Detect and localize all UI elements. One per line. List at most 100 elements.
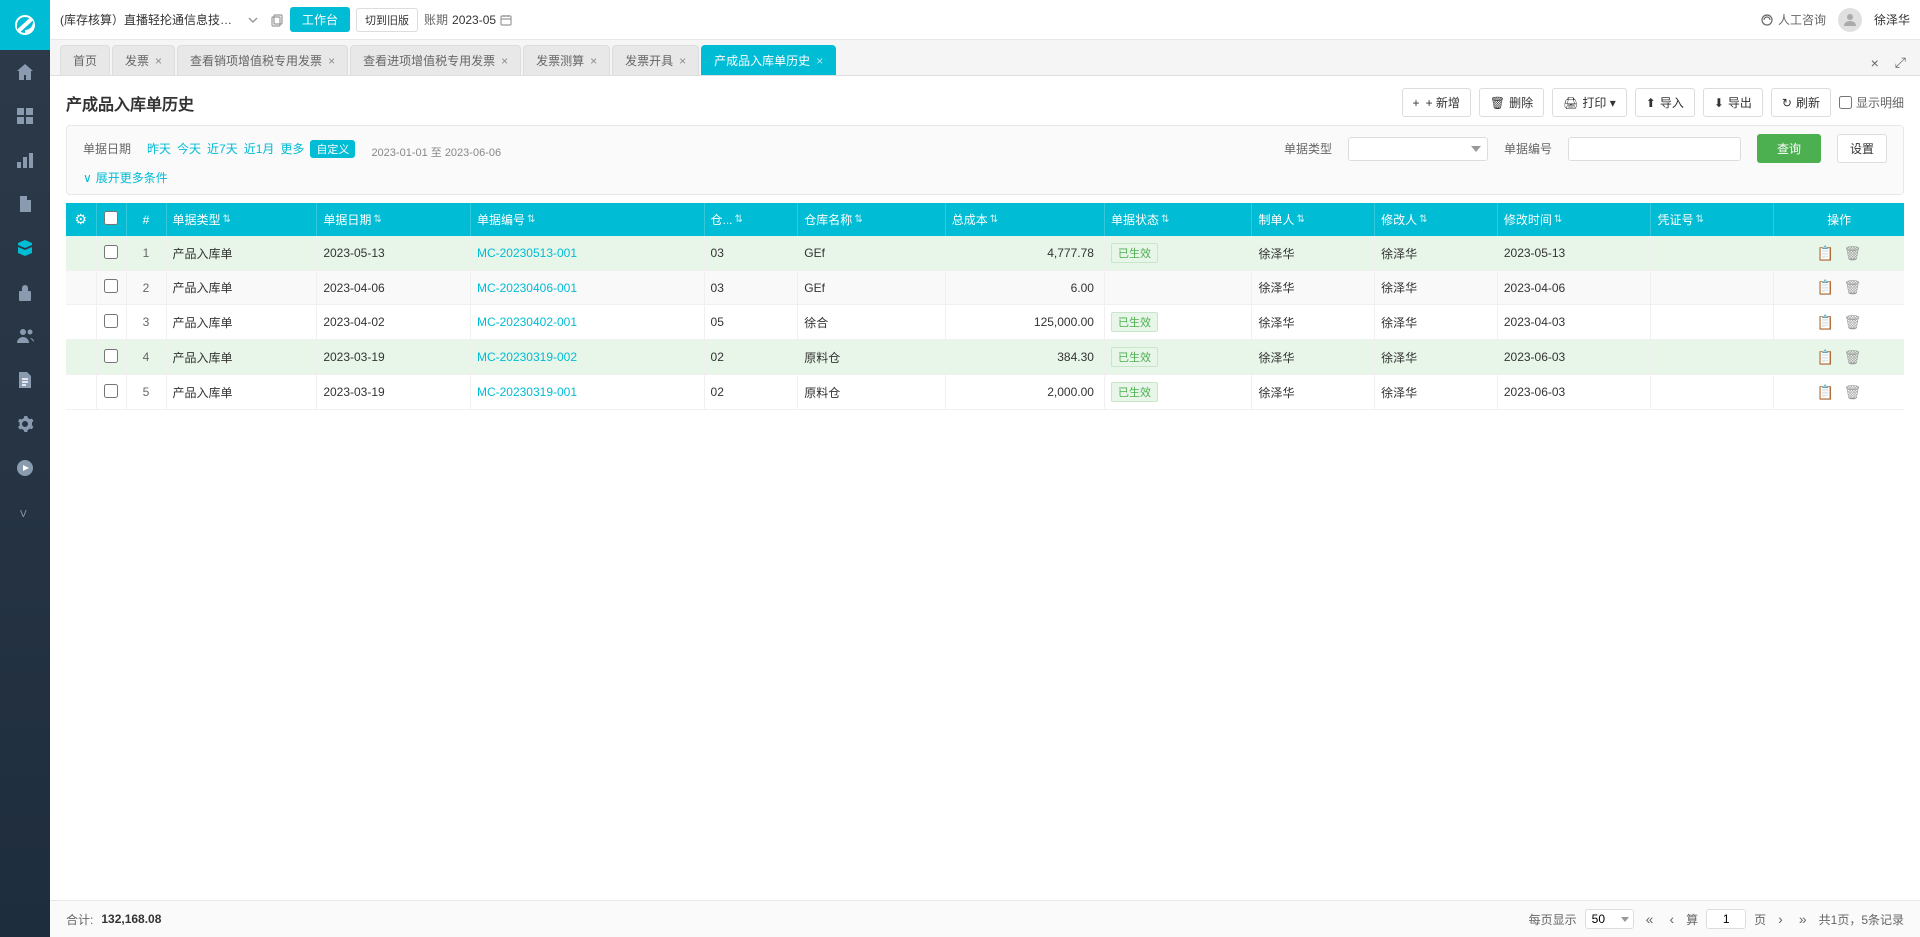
cell-checkbox[interactable] xyxy=(96,305,126,340)
cell-checkbox[interactable] xyxy=(96,375,126,410)
number-link[interactable]: MC-20230319-002 xyxy=(477,350,577,364)
row-checkbox[interactable] xyxy=(104,245,118,259)
yesterday-shortcut[interactable]: 昨天 xyxy=(147,140,171,157)
page-number-input[interactable] xyxy=(1706,909,1746,929)
th-status[interactable]: 单据状态⇅ xyxy=(1104,203,1251,236)
sidebar-item-version[interactable]: V xyxy=(0,490,50,534)
app-logo[interactable] xyxy=(0,0,50,50)
cell-number[interactable]: MC-20230319-001 xyxy=(470,375,704,410)
th-number[interactable]: 单据编号⇅ xyxy=(470,203,704,236)
sidebar-item-chart[interactable] xyxy=(0,138,50,182)
th-modify-time[interactable]: 修改时间⇅ xyxy=(1497,203,1651,236)
show-detail-checkbox[interactable] xyxy=(1839,96,1852,109)
sidebar-item-play[interactable] xyxy=(0,446,50,490)
copy-icon[interactable] xyxy=(270,13,284,27)
sidebar-item-users[interactable] xyxy=(0,314,50,358)
tab-invoice-open[interactable]: 发票开具 × xyxy=(612,45,699,75)
username[interactable]: 徐泽华 xyxy=(1874,11,1910,28)
number-link[interactable]: MC-20230406-001 xyxy=(477,281,577,295)
refresh-button[interactable]: ↻ 刷新 xyxy=(1771,88,1831,117)
delete-row-button[interactable]: 🗑 xyxy=(1841,383,1865,402)
tab-close-check-purchase[interactable]: × xyxy=(501,54,508,68)
view-button[interactable]: 📋 xyxy=(1814,348,1837,367)
col-settings[interactable]: ⚙ xyxy=(66,203,96,236)
today-shortcut[interactable]: 今天 xyxy=(177,140,201,157)
per-page-select[interactable]: 50 100 200 xyxy=(1585,909,1634,929)
row-checkbox[interactable] xyxy=(104,279,118,293)
tab-close-invoice[interactable]: × xyxy=(155,54,162,68)
tab-check-sales[interactable]: 查看销项增值税专用发票 × xyxy=(177,45,348,75)
col-select-all[interactable] xyxy=(96,203,126,236)
tab-close-check-sales[interactable]: × xyxy=(328,54,335,68)
sidebar-item-box[interactable] xyxy=(0,226,50,270)
delete-row-button[interactable]: 🗑 xyxy=(1841,244,1865,263)
sidebar-item-document[interactable] xyxy=(0,358,50,402)
import-button[interactable]: ⬆ 导入 xyxy=(1635,88,1695,117)
export-button[interactable]: ⬇ 导出 xyxy=(1703,88,1763,117)
month-shortcut[interactable]: 近1月 xyxy=(244,140,275,157)
maximize-button[interactable]: ⤢ xyxy=(1891,50,1910,75)
sidebar-item-grid[interactable] xyxy=(0,94,50,138)
tab-home[interactable]: 首页 xyxy=(60,45,110,75)
workbench-button[interactable]: 工作台 xyxy=(290,7,350,32)
tab-close-product-history[interactable]: × xyxy=(816,54,823,68)
prev-page-button[interactable]: ‹ xyxy=(1665,909,1678,929)
th-date[interactable]: 单据日期⇅ xyxy=(317,203,471,236)
sidebar-item-file[interactable] xyxy=(0,182,50,226)
row-checkbox[interactable] xyxy=(104,314,118,328)
tab-close-invoice-open[interactable]: × xyxy=(679,54,686,68)
new-button[interactable]: + + 新增 xyxy=(1402,88,1471,117)
cell-number[interactable]: MC-20230402-001 xyxy=(470,305,704,340)
calendar-icon[interactable] xyxy=(500,14,512,26)
th-type[interactable]: 单据类型⇅ xyxy=(166,203,317,236)
tab-product-history[interactable]: 产成品入库单历史 × xyxy=(701,45,836,75)
th-warehouse-code[interactable]: 仓...⇅ xyxy=(704,203,798,236)
cell-number[interactable]: MC-20230319-002 xyxy=(470,340,704,375)
view-button[interactable]: 📋 xyxy=(1814,278,1837,297)
th-warehouse-name[interactable]: 仓库名称⇅ xyxy=(798,203,945,236)
tab-invoice-calc[interactable]: 发票测算 × xyxy=(523,45,610,75)
type-filter-select[interactable]: 产品入库单 xyxy=(1348,137,1488,161)
search-button[interactable]: 查询 xyxy=(1757,134,1821,163)
view-button[interactable]: 📋 xyxy=(1814,383,1837,402)
delete-button[interactable]: 🗑 删除 xyxy=(1479,88,1544,117)
column-settings-button[interactable]: ⚙ xyxy=(74,211,87,228)
user-service[interactable]: 人工咨询 xyxy=(1760,11,1826,28)
view-button[interactable]: 📋 xyxy=(1814,313,1837,332)
print-button[interactable]: 🖨 打印 ▾ xyxy=(1552,88,1627,117)
cell-number[interactable]: MC-20230513-001 xyxy=(470,236,704,271)
number-link[interactable]: MC-20230513-001 xyxy=(477,246,577,260)
cell-checkbox[interactable] xyxy=(96,271,126,305)
cell-checkbox[interactable] xyxy=(96,236,126,271)
cell-number[interactable]: MC-20230406-001 xyxy=(470,271,704,305)
tab-check-purchase[interactable]: 查看进项增值税专用发票 × xyxy=(350,45,521,75)
custom-shortcut[interactable]: 自定义 xyxy=(310,140,355,158)
expand-more[interactable]: ∨ 展开更多条件 xyxy=(83,169,1887,186)
number-link[interactable]: MC-20230402-001 xyxy=(477,315,577,329)
delete-row-button[interactable]: 🗑 xyxy=(1841,278,1865,297)
sidebar-item-lock[interactable] xyxy=(0,270,50,314)
number-filter-input[interactable] xyxy=(1568,137,1741,161)
th-voucher[interactable]: 凭证号⇅ xyxy=(1651,203,1774,236)
view-button[interactable]: 📋 xyxy=(1814,244,1837,263)
tab-close-invoice-calc[interactable]: × xyxy=(590,54,597,68)
next-page-button[interactable]: › xyxy=(1774,909,1787,929)
cell-checkbox[interactable] xyxy=(96,340,126,375)
th-total-cost[interactable]: 总成本⇅ xyxy=(945,203,1104,236)
sidebar-item-settings[interactable] xyxy=(0,402,50,446)
company-dropdown-icon[interactable] xyxy=(246,13,260,27)
more-shortcut[interactable]: 更多 xyxy=(280,140,304,157)
first-page-button[interactable]: « xyxy=(1642,909,1658,929)
close-all-tabs-button[interactable]: × xyxy=(1867,51,1883,75)
last-page-button[interactable]: » xyxy=(1795,909,1811,929)
number-link[interactable]: MC-20230319-001 xyxy=(477,385,577,399)
filter-settings-button[interactable]: 设置 xyxy=(1837,134,1887,163)
delete-row-button[interactable]: 🗑 xyxy=(1841,348,1865,367)
row-checkbox[interactable] xyxy=(104,349,118,363)
week-shortcut[interactable]: 近7天 xyxy=(207,140,238,157)
select-all-checkbox[interactable] xyxy=(104,211,118,225)
switch-version-button[interactable]: 切到旧版 xyxy=(356,8,418,32)
th-modifier[interactable]: 修改人⇅ xyxy=(1375,203,1498,236)
tab-invoice[interactable]: 发票 × xyxy=(112,45,175,75)
sidebar-item-home[interactable] xyxy=(0,50,50,94)
